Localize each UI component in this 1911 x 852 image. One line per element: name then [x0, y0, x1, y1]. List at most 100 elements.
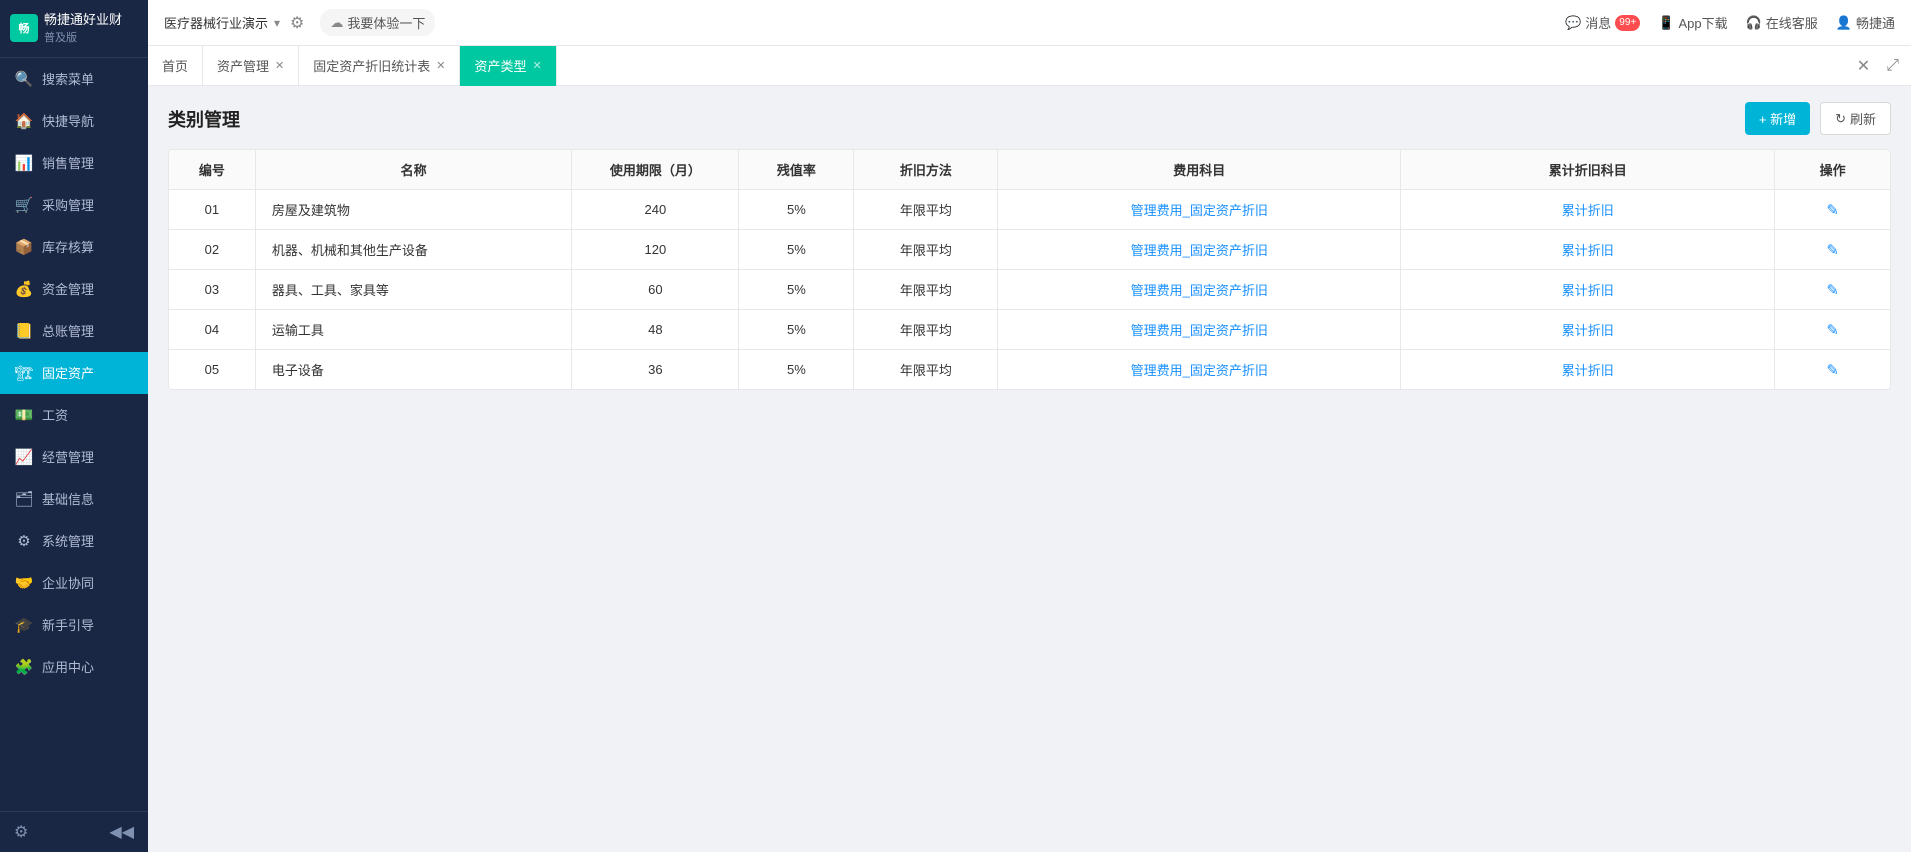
message-label: 消息: [1585, 13, 1611, 32]
base-icon: 🗂: [14, 489, 34, 509]
sidebar-item-inventory[interactable]: 📦 库存核算: [0, 226, 148, 268]
topbar-experience-btn[interactable]: ☁ 我要体验一下: [320, 9, 435, 36]
tab-depreciation-close[interactable]: ✕: [436, 59, 445, 72]
sidebar-item-capital[interactable]: 💰 资金管理: [0, 268, 148, 310]
app-download-btn[interactable]: 📱 App下载: [1658, 13, 1727, 32]
cell-op: ✎: [1775, 310, 1890, 350]
cell-no: 05: [169, 350, 255, 390]
sidebar-item-label: 总账管理: [42, 321, 94, 340]
tab-asset-mgmt[interactable]: 资产管理 ✕: [203, 46, 299, 86]
fixed-assets-icon: 🏗: [14, 363, 34, 383]
cell-fee-subject: 管理费用_固定资产折旧: [998, 350, 1401, 390]
topbar-app-name: 医疗器械行业演示: [164, 13, 268, 32]
cell-method: 年限平均: [854, 270, 998, 310]
topbar-left: 医疗器械行业演示 ▾ ⚙ ☁ 我要体验一下: [164, 9, 1565, 36]
cell-method: 年限平均: [854, 310, 998, 350]
logo-icon: 畅: [10, 14, 38, 42]
col-header-acc: 累计折旧科目: [1401, 150, 1775, 190]
tab-depreciation-table[interactable]: 固定资产折旧统计表 ✕: [299, 46, 460, 86]
col-header-period: 使用期限（月）: [572, 150, 739, 190]
sidebar-item-quicknav[interactable]: 🏠 快捷导航: [0, 100, 148, 142]
search-icon: 🔍: [14, 69, 34, 89]
cell-method: 年限平均: [854, 230, 998, 270]
edit-icon[interactable]: ✎: [1826, 282, 1839, 299]
sidebar-item-appstore[interactable]: 🧩 应用中心: [0, 646, 148, 688]
cell-name: 房屋及建筑物: [255, 190, 572, 230]
cell-acc-subject: 累计折旧: [1401, 350, 1775, 390]
sidebar-item-label: 采购管理: [42, 195, 94, 214]
refresh-button[interactable]: ↻ 刷新: [1820, 102, 1891, 135]
cell-name: 电子设备: [255, 350, 572, 390]
cell-acc-subject: 累计折旧: [1401, 310, 1775, 350]
edit-icon[interactable]: ✎: [1826, 242, 1839, 259]
sidebar-item-payroll[interactable]: 💵 工资: [0, 394, 148, 436]
cell-acc-subject: 累计折旧: [1401, 270, 1775, 310]
col-header-name: 名称: [255, 150, 572, 190]
new-button[interactable]: + 新增: [1745, 102, 1810, 135]
sidebar-item-fixed[interactable]: 🏗 固定资产: [0, 352, 148, 394]
edit-icon[interactable]: ✎: [1826, 202, 1839, 219]
settings-footer-icon[interactable]: ⚙: [14, 822, 28, 842]
customer-service-btn[interactable]: 🎧 在线客服: [1746, 13, 1818, 32]
sidebar-item-ledger[interactable]: 📒 总账管理: [0, 310, 148, 352]
edit-icon[interactable]: ✎: [1826, 362, 1839, 379]
payroll-icon: 💵: [14, 405, 34, 425]
collapse-sidebar-icon[interactable]: ◀◀: [109, 822, 134, 842]
page-header: 类别管理 + 新增 ↻ 刷新: [168, 102, 1891, 135]
tab-asset-type[interactable]: 资产类型 ✕: [460, 46, 556, 86]
sidebar-item-label: 新手引导: [42, 615, 94, 634]
sidebar-item-enterprise[interactable]: 🤝 企业协同: [0, 562, 148, 604]
sidebar-item-label: 固定资产: [42, 363, 94, 382]
sidebar-item-base[interactable]: 🗂 基础信息: [0, 478, 148, 520]
tab-asset-mgmt-close[interactable]: ✕: [275, 59, 284, 72]
enterprise-icon: 🤝: [14, 573, 34, 593]
sidebar-edition: 普及版: [44, 29, 122, 45]
sidebar-item-guide[interactable]: 🎓 新手引导: [0, 604, 148, 646]
tab-home[interactable]: 首页: [148, 46, 203, 86]
cell-method: 年限平均: [854, 350, 998, 390]
sidebar-nav: 🔍 搜索菜单 🏠 快捷导航 📊 销售管理 🛒 采购管理 📦 库存核算 💰 资金管…: [0, 58, 148, 811]
table-row: 03 器具、工具、家具等 60 5% 年限平均 管理费用_固定资产折旧 累计折旧…: [169, 270, 1890, 310]
tab-depreciation-label: 固定资产折旧统计表: [313, 56, 430, 75]
edit-icon[interactable]: ✎: [1826, 322, 1839, 339]
sidebar-item-label: 库存核算: [42, 237, 94, 256]
sidebar-item-ops[interactable]: 📈 经营管理: [0, 436, 148, 478]
table-row: 05 电子设备 36 5% 年限平均 管理费用_固定资产折旧 累计折旧 ✎: [169, 350, 1890, 390]
sidebar-item-search[interactable]: 🔍 搜索菜单: [0, 58, 148, 100]
tab-close-window-icon[interactable]: ✕: [1853, 52, 1874, 80]
capital-icon: 💰: [14, 279, 34, 299]
table-header-row: 编号 名称 使用期限（月） 残值率 折旧方法 费用科目 累计折旧科目 操作: [169, 150, 1890, 190]
cell-name: 器具、工具、家具等: [255, 270, 572, 310]
cell-fee-subject: 管理费用_固定资产折旧: [998, 310, 1401, 350]
topbar-settings-icon[interactable]: ⚙: [290, 13, 304, 33]
page-title: 类别管理: [168, 106, 240, 132]
col-header-method: 折旧方法: [854, 150, 998, 190]
sidebar-item-label: 经营管理: [42, 447, 94, 466]
message-btn[interactable]: 💬 消息 99+: [1565, 13, 1640, 32]
sidebar-item-sales[interactable]: 📊 销售管理: [0, 142, 148, 184]
purchase-icon: 🛒: [14, 195, 34, 215]
sidebar-item-purchase[interactable]: 🛒 采购管理: [0, 184, 148, 226]
cell-op: ✎: [1775, 270, 1890, 310]
customer-service-label: 在线客服: [1766, 13, 1818, 32]
tab-maximize-icon[interactable]: ⤢: [1882, 53, 1903, 79]
cell-residual: 5%: [739, 310, 854, 350]
sidebar-footer: ⚙ ◀◀: [0, 811, 148, 852]
cell-op: ✎: [1775, 230, 1890, 270]
download-icon: 📱: [1658, 15, 1674, 31]
ops-icon: 📈: [14, 447, 34, 467]
sidebar-item-label: 系统管理: [42, 531, 94, 550]
tab-asset-type-close[interactable]: ✕: [533, 59, 542, 72]
sidebar-item-system[interactable]: ⚙ 系统管理: [0, 520, 148, 562]
category-table: 编号 名称 使用期限（月） 残值率 折旧方法 费用科目 累计折旧科目 操作 01…: [168, 149, 1891, 390]
sidebar: 畅 畅捷通好业财 普及版 🔍 搜索菜单 🏠 快捷导航 📊 销售管理 🛒 采购管理…: [0, 0, 148, 852]
sidebar-item-label: 企业协同: [42, 573, 94, 592]
sidebar-app-name: 畅捷通好业财: [44, 12, 122, 29]
user-btn[interactable]: 👤 畅捷通: [1836, 13, 1895, 32]
cell-method: 年限平均: [854, 190, 998, 230]
cell-period: 60: [572, 270, 739, 310]
user-name: 畅捷通: [1856, 13, 1895, 32]
sidebar-header: 畅 畅捷通好业财 普及版: [0, 0, 148, 58]
cell-acc-subject: 累计折旧: [1401, 230, 1775, 270]
topbar-dropdown-icon[interactable]: ▾: [274, 16, 280, 30]
